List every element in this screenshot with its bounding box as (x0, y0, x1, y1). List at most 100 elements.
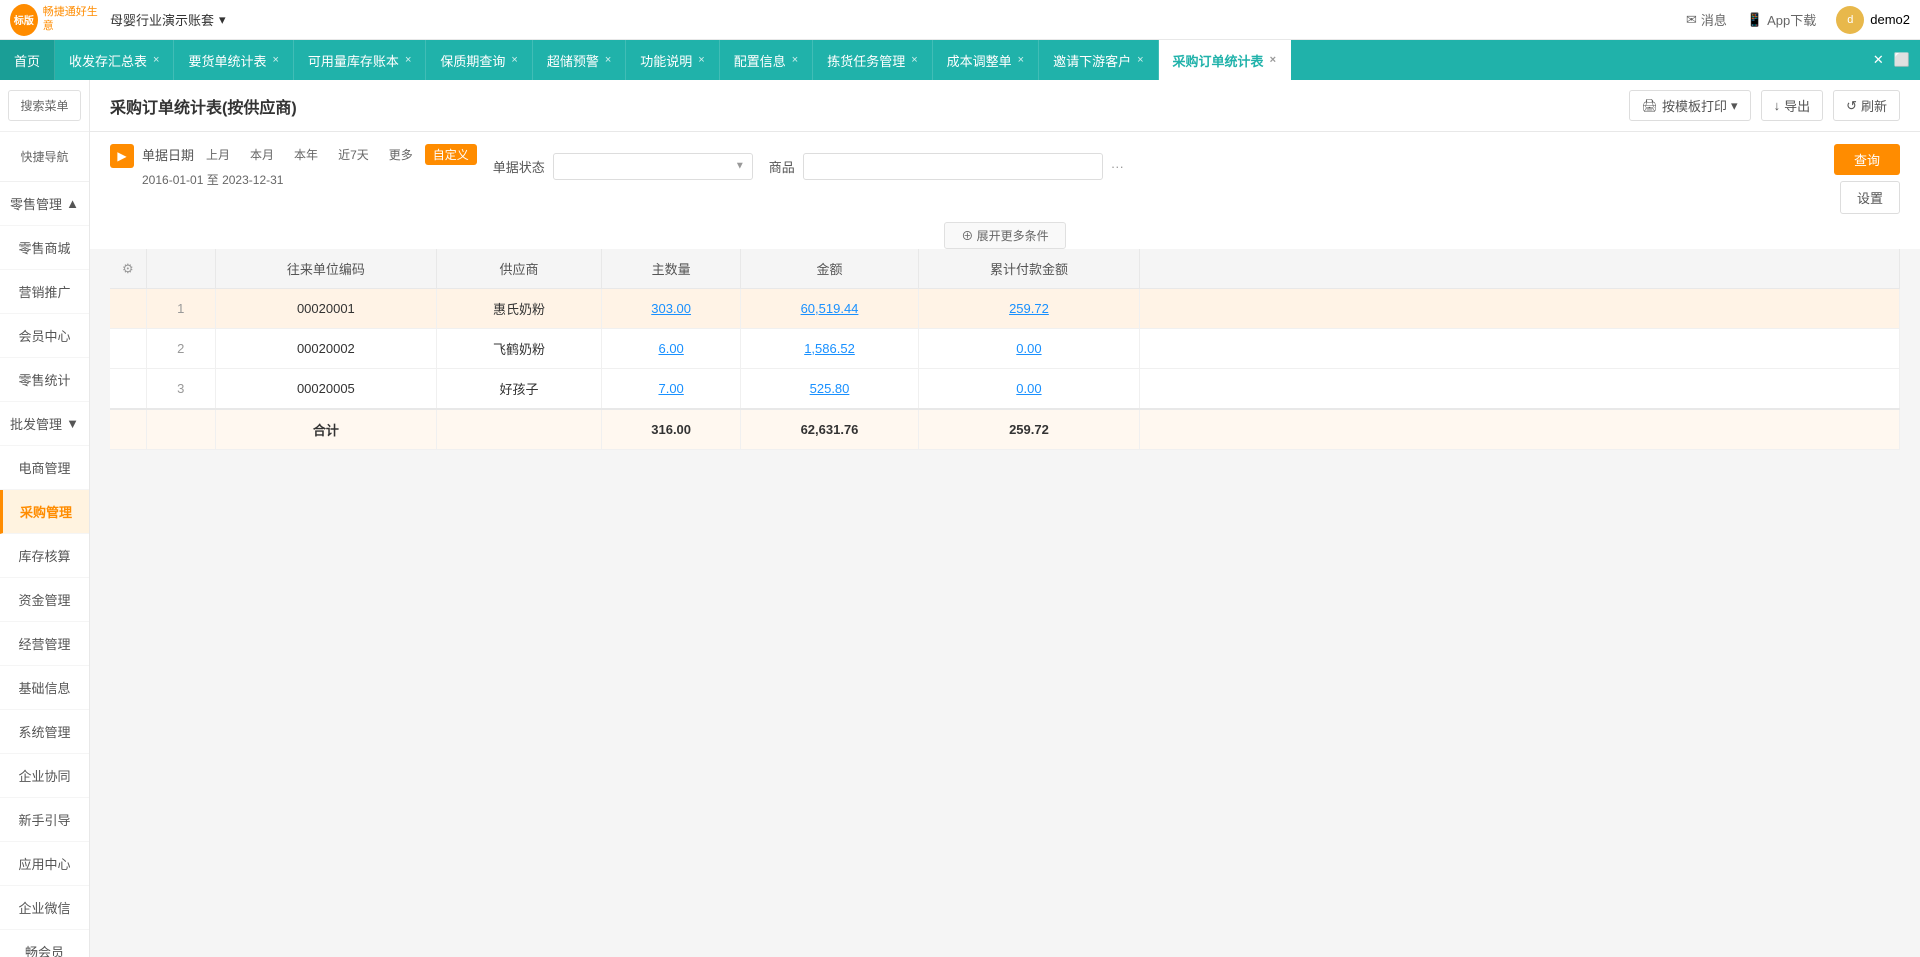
cell-code-0: 00020001 (215, 289, 436, 329)
qty-link-1[interactable]: 6.00 (658, 341, 683, 356)
cell-name-0: 惠氏奶粉 (436, 289, 601, 329)
shortcut-7days[interactable]: 近7天 (330, 144, 377, 165)
cell-amount-1: 1,586.52 (741, 329, 919, 369)
user-avatar[interactable]: d demo2 (1836, 6, 1910, 34)
tab-baozhiqi[interactable]: 保质期查询 × (426, 40, 532, 80)
sidebar-item-dianshang[interactable]: 电商管理 (0, 446, 89, 490)
sidebar-item-jichuxinxi[interactable]: 基础信息 (0, 666, 89, 710)
sidebar-item-qiye[interactable]: 企业协同 (0, 754, 89, 798)
tab-baozhiqi-close[interactable]: × (511, 54, 517, 66)
qty-link-2[interactable]: 7.00 (658, 381, 683, 396)
th-supplier-code: 往来单位编码 (215, 249, 436, 289)
tab-peizhi-close[interactable]: × (792, 54, 798, 66)
tab-shoufakuan[interactable]: 收发存汇总表 × (55, 40, 174, 80)
sidebar-item-lingshougongchang[interactable]: 零售商城 (0, 226, 89, 270)
cell-index-2: 3 (146, 369, 215, 410)
status-label: 单据状态 (493, 157, 545, 176)
goods-label: 商品 (769, 157, 795, 176)
goods-input[interactable] (803, 153, 1103, 180)
sidebar-item-yingyong[interactable]: 应用中心 (0, 842, 89, 886)
sidebar-item-zijinguanli[interactable]: 资金管理 (0, 578, 89, 622)
tab-chengben[interactable]: 成本调整单 × (933, 40, 1039, 80)
tab-gongneng-close[interactable]: × (698, 54, 704, 66)
sidebar-item-qiyeweixin[interactable]: 企业微信 (0, 886, 89, 930)
export-button[interactable]: ↓ 导出 (1761, 90, 1824, 121)
tab-yaoqing[interactable]: 邀请下游客户 × (1039, 40, 1158, 80)
search-menu-button[interactable]: 搜索菜单 (8, 90, 81, 121)
tab-chuchuyujing[interactable]: 超储预警 × (533, 40, 626, 80)
sidebar-item-changhui[interactable]: 畅会员 (0, 930, 89, 957)
print-icon: 🖨 (1642, 98, 1659, 114)
nav-right-controls: ✕ ⬜ (1863, 52, 1920, 68)
tab-yaohuo-close[interactable]: × (272, 54, 278, 66)
sidebar-item-caigouguanli[interactable]: 采购管理 (0, 490, 89, 534)
status-select[interactable] (553, 153, 753, 180)
tab-chengben-close[interactable]: × (1018, 54, 1024, 66)
cell-amount-0: 60,519.44 (741, 289, 919, 329)
sidebar-item-xitong[interactable]: 系统管理 (0, 710, 89, 754)
sidebar-item-xinshou[interactable]: 新手引导 (0, 798, 89, 842)
sidebar-item-pifaguanli[interactable]: 批发管理 ▼ (0, 402, 89, 446)
message-btn[interactable]: ✉ 消息 (1686, 10, 1727, 29)
top-bar: 标版 畅捷通好生意 母婴行业演示账套 ▾ ✉ 消息 📱 App下载 d demo… (0, 0, 1920, 40)
paid-link-1[interactable]: 0.00 (1016, 341, 1041, 356)
app-download-btn[interactable]: 📱 App下载 (1747, 10, 1816, 29)
nav-close-icon[interactable]: ✕ (1873, 52, 1884, 68)
tab-kuyun-close[interactable]: × (405, 54, 411, 66)
settings-icon[interactable]: ⚙ (122, 261, 134, 276)
sidebar-item-kucunhecuan[interactable]: 库存核算 (0, 534, 89, 578)
footer-quantity: 316.00 (602, 409, 741, 450)
sidebar-item-yingxiao-label: 营销推广 (18, 285, 70, 300)
amount-link-2[interactable]: 525.80 (810, 381, 850, 396)
tab-pihuo-close[interactable]: × (911, 54, 917, 66)
sidebar-item-xinshou-label: 新手引导 (18, 813, 70, 828)
tab-shoufakuan-close[interactable]: × (153, 54, 159, 66)
setting-button[interactable]: 设置 (1840, 181, 1900, 214)
tab-kuyun[interactable]: 可用量库存账本 × (294, 40, 426, 80)
tab-chuchuyujing-close[interactable]: × (605, 54, 611, 66)
filter-toggle-arrow[interactable]: ▶ (110, 144, 134, 168)
filter-main-row: ▶ 单据日期 上月 本月 本年 近7天 更多 自定义 (110, 144, 1900, 214)
expand-more-button[interactable]: ⊕ 展开更多条件 (944, 222, 1065, 249)
tab-caigou-close[interactable]: × (1270, 54, 1276, 66)
custom-date-badge[interactable]: 自定义 (425, 144, 477, 165)
data-table: ⚙ 往来单位编码 供应商 主数量 金额 累计付款金额 1 0002 (110, 249, 1900, 450)
tab-gongneng[interactable]: 功能说明 × (626, 40, 719, 80)
sidebar-item-huiyuan[interactable]: 会员中心 (0, 314, 89, 358)
paid-link-2[interactable]: 0.00 (1016, 381, 1041, 396)
cell-qty-2: 7.00 (602, 369, 741, 410)
goods-more-icon[interactable]: ··· (1111, 159, 1124, 174)
sidebar: 搜索菜单 快捷导航 零售管理 ▲ 零售商城 营销推广 会员中心 零售统计 批发管… (0, 80, 90, 957)
tab-caigou[interactable]: 采购订单统计表 × (1159, 40, 1291, 80)
date-range: 2016-01-01 至 2023-12-31 (142, 171, 283, 188)
amount-link-1[interactable]: 1,586.52 (804, 341, 855, 356)
paid-link-0[interactable]: 259.72 (1009, 301, 1049, 316)
chevron-up-icon: ▲ (66, 196, 79, 211)
print-button[interactable]: 🖨 按模板打印 ▾ (1629, 90, 1751, 121)
nav-max-icon[interactable]: ⬜ (1894, 52, 1910, 68)
tab-yaoqing-close[interactable]: × (1137, 54, 1143, 66)
refresh-button[interactable]: ↺ 刷新 (1833, 90, 1900, 121)
tab-pihuo[interactable]: 拣货任务管理 × (813, 40, 932, 80)
sidebar-item-lingshougongsi[interactable]: 零售管理 ▲ (0, 182, 89, 226)
tab-peizhi[interactable]: 配置信息 × (720, 40, 813, 80)
shortcut-this-month[interactable]: 本月 (242, 144, 282, 165)
tab-caigou-label: 采购订单统计表 (1173, 51, 1264, 70)
workspace-selector[interactable]: 母婴行业演示账套 ▾ (110, 10, 226, 29)
shortcut-this-year[interactable]: 本年 (286, 144, 326, 165)
tab-chengben-label: 成本调整单 (947, 51, 1012, 70)
sidebar-item-jingying[interactable]: 经营管理 (0, 622, 89, 666)
shortcut-more[interactable]: 更多 (381, 144, 421, 165)
tab-chuchuyujing-label: 超储预警 (547, 51, 599, 70)
sidebar-item-lingshoutongji[interactable]: 零售统计 (0, 358, 89, 402)
tab-yaohuo[interactable]: 要货单统计表 × (174, 40, 293, 80)
qty-link-0[interactable]: 303.00 (651, 301, 691, 316)
amount-link-0[interactable]: 60,519.44 (801, 301, 859, 316)
quick-nav-button[interactable]: 快捷导航 (8, 142, 81, 171)
query-button[interactable]: 查询 (1834, 144, 1900, 175)
shortcut-last-month[interactable]: 上月 (198, 144, 238, 165)
sidebar-item-lingshougongsi-label: 零售管理 (10, 194, 62, 213)
tab-home[interactable]: 首页 (0, 40, 55, 80)
sidebar-item-yingxiao[interactable]: 营销推广 (0, 270, 89, 314)
th-quantity: 主数量 (602, 249, 741, 289)
